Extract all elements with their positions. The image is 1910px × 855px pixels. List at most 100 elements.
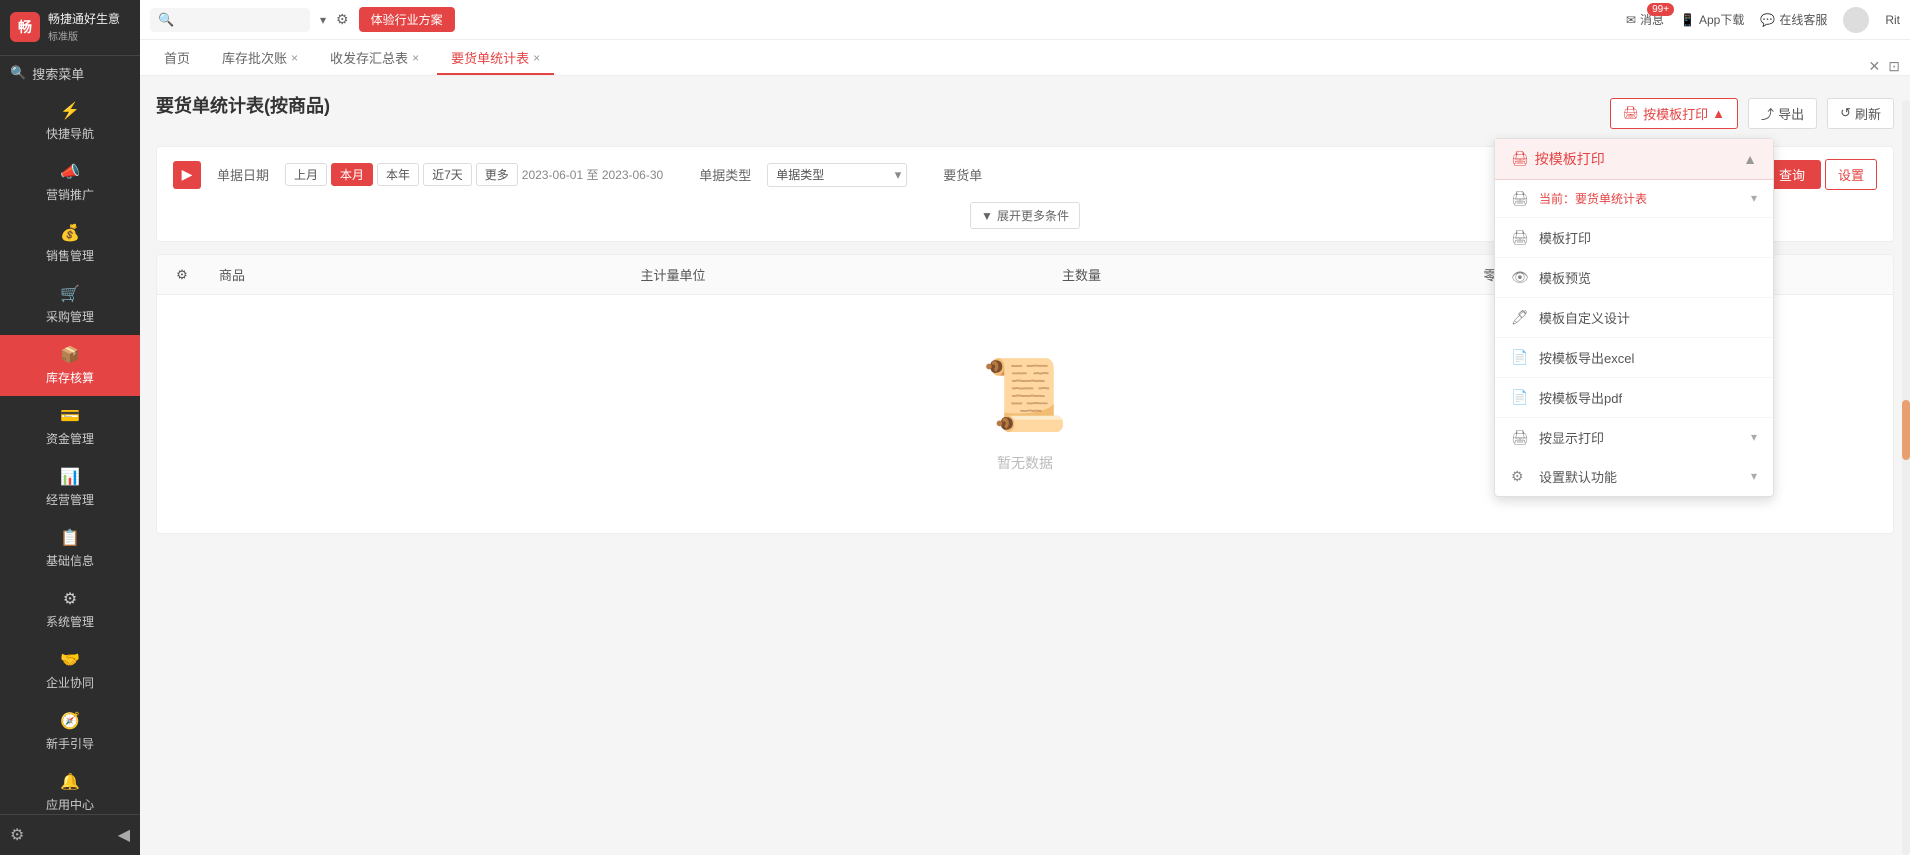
expand-icon: ▼	[981, 209, 993, 223]
service-icon: 💬	[1760, 13, 1775, 27]
sidebar-item-inventory[interactable]: 📦 库存核算	[0, 335, 140, 396]
date-btn-more[interactable]: 更多	[476, 163, 518, 186]
sidebar-item-finance[interactable]: 💳 资金管理	[0, 396, 140, 457]
print-dropdown-export-pdf[interactable]: 📄 按模板导出pdf	[1495, 378, 1773, 418]
table-col-settings[interactable]: ⚙	[157, 257, 207, 293]
print-dropdown-title-label: 按模板打印	[1535, 149, 1605, 169]
date-btn-current-year[interactable]: 本年	[377, 163, 419, 186]
tab-order-summary[interactable]: 要货单统计表 ×	[437, 42, 554, 75]
tab-receipt-summary[interactable]: 收发存汇总表 ×	[316, 42, 433, 75]
topbar-search-box[interactable]: 🔍	[150, 8, 310, 32]
tab-receipt-summary-close[interactable]: ×	[412, 51, 419, 65]
type-select[interactable]: 单据类型	[767, 163, 907, 187]
window-controls: ✕ ⊡	[1869, 58, 1900, 75]
print-dropdown-close-icon[interactable]: ▲	[1743, 151, 1757, 167]
logo-icon: 畅	[10, 12, 40, 42]
refresh-button[interactable]: ↺ 刷新	[1827, 98, 1894, 129]
sidebar-item-guide[interactable]: 🧭 新手引导	[0, 701, 140, 762]
mobile-icon: 📱	[1680, 13, 1695, 27]
app-download-action[interactable]: 📱 App下载	[1680, 11, 1744, 28]
sidebar-bottom: ⚙ ◀	[0, 814, 140, 855]
date-btn-last-month[interactable]: 上月	[285, 163, 327, 186]
topbar-dropdown-icon[interactable]: ▾	[320, 13, 326, 27]
sidebar-item-label: 基础信息	[46, 552, 94, 569]
current-label: 当前：要货单统计表	[1539, 190, 1647, 207]
print-dropdown-set-default[interactable]: ⚙ 设置默认功能 ▾	[1495, 457, 1773, 496]
marketing-icon: 📣	[60, 162, 80, 182]
topbar: 🔍 ▾ ⚙ 体验行业方案 ✉ 消息 99+ 📱 App下载 💬 在线客服 Rit	[140, 0, 1910, 40]
refresh-icon: ↺	[1840, 105, 1851, 121]
filter-toggle-btn[interactable]: ▶	[173, 161, 201, 189]
tab-receipt-summary-label: 收发存汇总表	[330, 48, 408, 67]
print-dropdown: 🖨 按模板打印 ▲ 🖨 当前：要货单统计表 ▾ 🖨 模板打印	[1494, 138, 1774, 497]
sidebar-item-label: 销售管理	[46, 247, 94, 264]
search-input[interactable]	[178, 13, 298, 27]
sidebar-item-marketing[interactable]: 📣 营销推广	[0, 152, 140, 213]
date-btn-current-month[interactable]: 本月	[331, 163, 373, 186]
username-label: Rit	[1885, 13, 1900, 27]
collapse-icon[interactable]: ◀	[118, 825, 130, 845]
search-icon: 🔍	[10, 65, 26, 81]
export-excel-icon: 📄	[1511, 349, 1529, 366]
print-dropdown-template-preview[interactable]: 👁 模板预览	[1495, 258, 1773, 298]
type-select-wrap: 单据类型	[767, 163, 907, 187]
current-arrow-icon: ▾	[1751, 191, 1757, 205]
tab-home-label: 首页	[164, 48, 190, 67]
topbar-search-icon: 🔍	[158, 12, 174, 28]
print-dropdown-template-print[interactable]: 🖨 模板打印	[1495, 218, 1773, 258]
sidebar-item-label: 应用中心	[46, 796, 94, 813]
settings-button[interactable]: 设置	[1825, 159, 1877, 190]
type-filter-label: 单据类型	[699, 165, 751, 184]
sidebar-item-purchase[interactable]: 🛒 采购管理	[0, 274, 140, 335]
online-service-action[interactable]: 💬 在线客服	[1760, 11, 1827, 28]
user-avatar[interactable]	[1843, 7, 1869, 33]
logo-badge: 标准版	[48, 28, 120, 43]
printer-icon: 🖨	[1623, 105, 1640, 121]
topbar-gear-icon[interactable]: ⚙	[336, 11, 349, 28]
scrollbar-thumb[interactable]	[1902, 400, 1910, 460]
logo-text-wrap: 畅捷通好生意 标准版	[48, 12, 120, 43]
sidebar-search[interactable]: 🔍 搜索菜单	[0, 56, 140, 91]
sidebar-item-appstore[interactable]: 🔔 应用中心	[0, 762, 140, 814]
tab-inventory-batch-close[interactable]: ×	[291, 51, 298, 65]
tab-home[interactable]: 首页	[150, 42, 204, 75]
template-design-icon: 🖊	[1511, 309, 1529, 326]
print-dropdown-display-print[interactable]: 🖨 按显示打印 ▾	[1495, 418, 1773, 457]
export-pdf-label: 按模板导出pdf	[1539, 388, 1622, 407]
online-service-label: 在线客服	[1779, 11, 1827, 28]
scrollbar-track[interactable]	[1902, 100, 1910, 855]
print-template-button[interactable]: 🖨 按模板打印 ▲	[1610, 98, 1738, 129]
expand-window-icon[interactable]: ⊡	[1888, 58, 1900, 75]
settings-icon[interactable]: ⚙	[10, 825, 24, 845]
date-btn-7days[interactable]: 近7天	[423, 163, 472, 186]
print-dropdown-export-excel[interactable]: 📄 按模板导出excel	[1495, 338, 1773, 378]
tab-inventory-batch[interactable]: 库存批次账 ×	[208, 42, 312, 75]
app-download-label: App下载	[1699, 11, 1744, 28]
page-content: 要货单统计表(按商品) 🖨 按模板打印 ▲ ⤴ 导出 ↺ 刷新	[140, 76, 1910, 855]
page-topbar: 要货单统计表(按商品) 🖨 按模板打印 ▲ ⤴ 导出 ↺ 刷新	[156, 92, 1894, 134]
template-preview-icon: 👁	[1511, 269, 1529, 286]
sidebar-item-label: 新手引导	[46, 735, 94, 752]
sidebar-item-quick-nav[interactable]: ⚡ 快捷导航	[0, 91, 140, 152]
sidebar-item-label: 经营管理	[46, 491, 94, 508]
tab-order-summary-close[interactable]: ×	[533, 51, 540, 65]
print-dropdown-template-design[interactable]: 🖊 模板自定义设计	[1495, 298, 1773, 338]
sidebar-item-label: 资金管理	[46, 430, 94, 447]
template-preview-label: 模板预览	[1539, 268, 1591, 287]
expand-conditions-btn[interactable]: ▼ 展开更多条件	[970, 202, 1080, 229]
sidebar-item-sales[interactable]: 💰 销售管理	[0, 213, 140, 274]
refresh-label: 刷新	[1855, 104, 1881, 123]
sales-icon: 💰	[60, 223, 80, 243]
sidebar-item-basic[interactable]: 📋 基础信息	[0, 518, 140, 579]
set-default-icon: ⚙	[1511, 468, 1529, 485]
chevron-up-icon: ▲	[1712, 106, 1725, 121]
close-window-icon[interactable]: ✕	[1869, 58, 1881, 75]
sidebar-item-collab[interactable]: 🤝 企业协同	[0, 640, 140, 701]
sidebar-item-system[interactable]: ⚙ 系统管理	[0, 579, 140, 640]
message-action[interactable]: ✉ 消息 99+	[1626, 11, 1664, 28]
trial-button[interactable]: 体验行业方案	[359, 7, 455, 32]
export-button[interactable]: ⤴ 导出	[1748, 98, 1817, 129]
sidebar-item-operation[interactable]: 📊 经营管理	[0, 457, 140, 518]
yaohuodan-label: 要货单	[943, 165, 982, 184]
print-dropdown-current[interactable]: 🖨 当前：要货单统计表 ▾	[1495, 180, 1773, 218]
